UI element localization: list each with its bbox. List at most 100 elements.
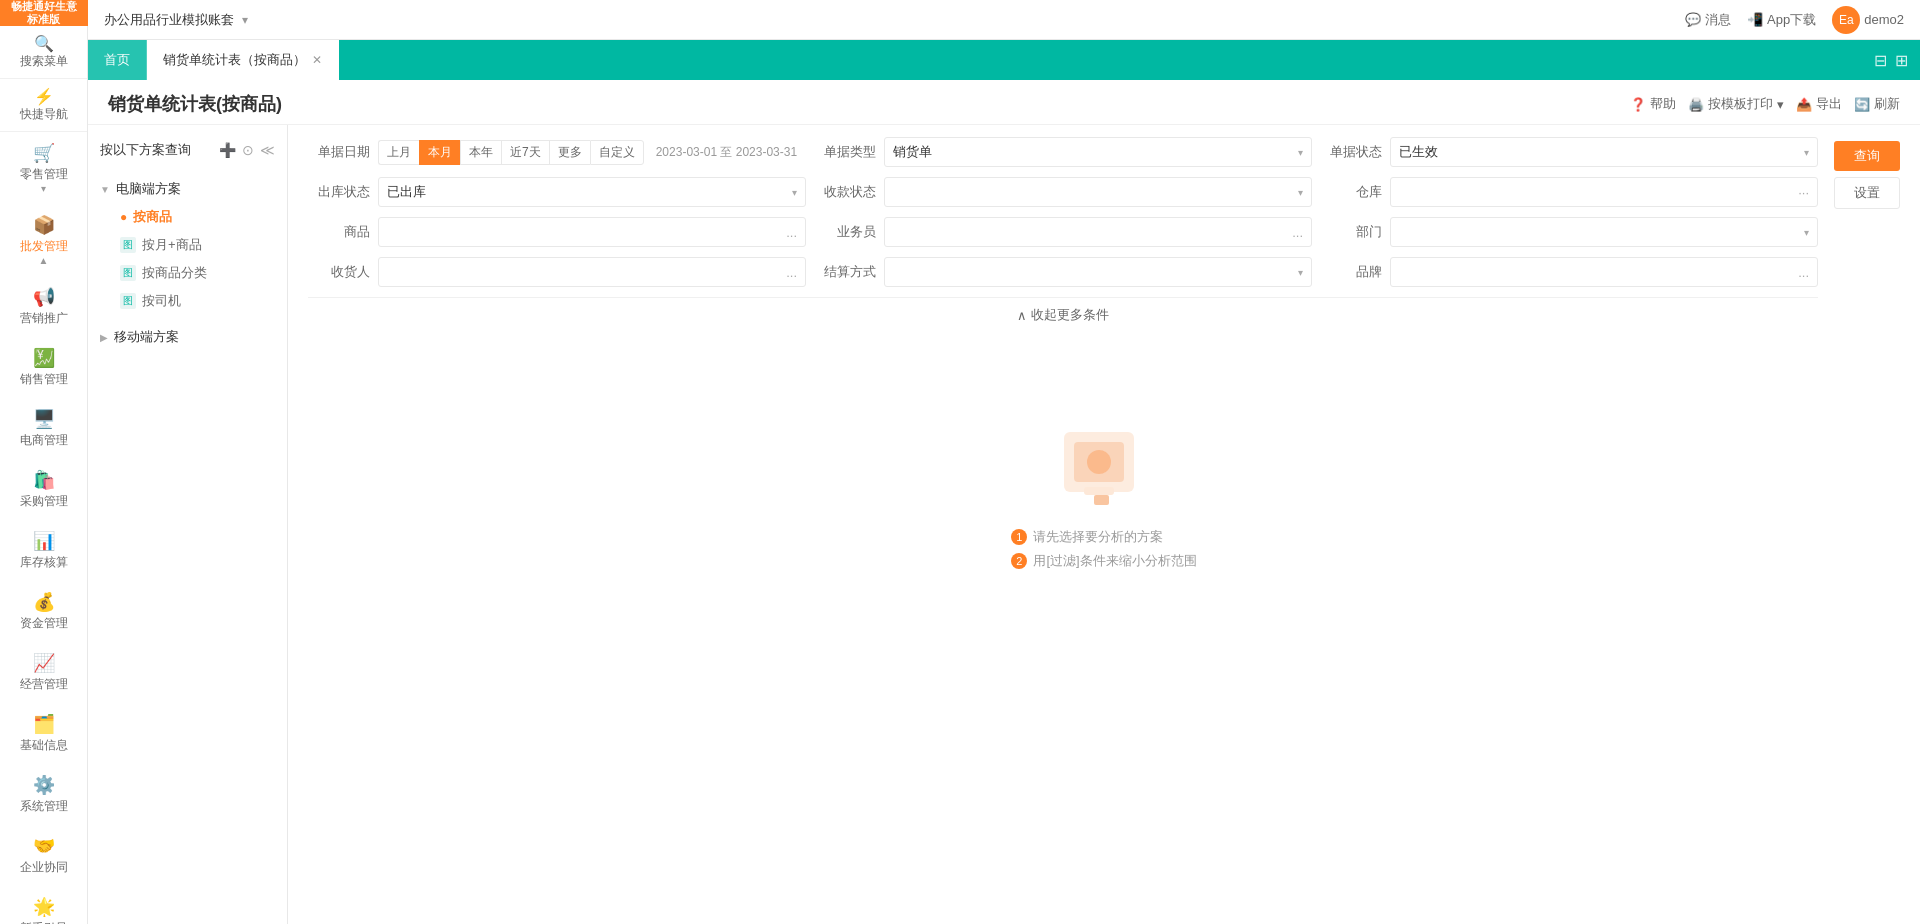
goods-dots: ... <box>786 225 797 240</box>
date-tab-this-month[interactable]: 本月 <box>419 140 460 165</box>
date-tab-last-month[interactable]: 上月 <box>378 140 419 165</box>
filter-cell-goods: 商品 ... <box>308 217 806 247</box>
tree-expand-arrow: ▼ <box>100 184 110 195</box>
message-btn[interactable]: 💬 消息 <box>1685 11 1731 29</box>
sidebar-quick-nav[interactable]: ⚡ 快捷导航 <box>0 79 87 132</box>
salesman-input[interactable]: ... <box>884 217 1312 247</box>
app-download-btn[interactable]: 📲 App下载 <box>1747 11 1816 29</box>
sidebar-item-enterprise[interactable]: 🤝 企业协同 <box>0 825 87 886</box>
sidebar-item-finance[interactable]: 💰 资金管理 <box>0 581 87 642</box>
brand-input[interactable]: ... <box>1390 257 1818 287</box>
tree-item-by-driver[interactable]: 图 按司机 <box>108 287 287 315</box>
date-tab-7-days[interactable]: 近7天 <box>501 140 549 165</box>
dept-select[interactable]: ▾ <box>1390 217 1818 247</box>
sidebar-item-newbie[interactable]: 🌟 新手引导 <box>0 886 87 924</box>
date-tab-this-year[interactable]: 本年 <box>460 140 501 165</box>
sidebar-item-basic-info[interactable]: 🗂️ 基础信息 <box>0 703 87 764</box>
tab-expand-icon[interactable]: ⊞ <box>1895 51 1908 70</box>
tree-collapse-arrow: ▶ <box>100 332 108 343</box>
doc-status-select[interactable]: 已生效 ▾ <box>1390 137 1818 167</box>
tree-item-month-product[interactable]: 图 按月+商品 <box>108 231 287 259</box>
export-icon: 📤 <box>1796 97 1812 112</box>
user-profile[interactable]: Ea demo2 <box>1832 6 1904 34</box>
avatar: Ea <box>1832 6 1860 34</box>
collapse-up-icon: ∧ <box>1017 308 1027 323</box>
tree-item-by-product[interactable]: ● 按商品 <box>108 203 287 231</box>
filter-row-4: 收货人 ... 结算方式 <box>308 257 1818 287</box>
filter-cell-depot: 仓库 ··· <box>1320 177 1818 207</box>
date-tabs: 上月 本月 本年 近7天 更多 自定义 <box>378 140 644 165</box>
message-icon: 💬 <box>1685 12 1701 27</box>
sidebar-item-sales[interactable]: 💹 销售管理 <box>0 337 87 398</box>
sidebar-item-system[interactable]: ⚙️ 系统管理 <box>0 764 87 825</box>
filter-row-1: 单据日期 上月 本月 本年 近7天 更多 自定义 <box>308 137 1818 167</box>
refresh-btn[interactable]: 🔄 刷新 <box>1854 95 1900 113</box>
sidebar-logo: 畅捷通好生意 标准版 <box>0 0 88 26</box>
collection-status-label: 收款状态 <box>814 183 884 201</box>
settlement-select[interactable]: ▾ <box>884 257 1312 287</box>
product-category-icon: 图 <box>120 265 136 281</box>
tree-node-mobile-label: 移动端方案 <box>114 328 179 346</box>
print-dropdown-icon[interactable]: ▾ <box>1777 97 1784 112</box>
tab-minimize-icon[interactable]: ⊟ <box>1874 51 1887 70</box>
receiver-input[interactable]: ... <box>378 257 806 287</box>
export-btn[interactable]: 📤 导出 <box>1796 95 1842 113</box>
collapse-bar[interactable]: ∧ 收起更多条件 <box>308 297 1818 332</box>
doc-type-select[interactable]: 销货单 ▾ <box>884 137 1312 167</box>
filter-cell-doc-status: 单据状态 已生效 ▾ <box>1320 137 1818 167</box>
tree-node-mobile[interactable]: ▶ 移动端方案 <box>88 323 287 351</box>
left-panel: 按以下方案查询 ➕ ⊙ ≪ ▼ 电脑端方案 <box>88 125 288 924</box>
query-button[interactable]: 查询 <box>1834 141 1900 171</box>
top-right-actions: 查询 设置 <box>1834 137 1900 209</box>
settings-button[interactable]: 设置 <box>1834 177 1900 209</box>
sidebar-item-wholesale[interactable]: 📦 批发管理 ▲ <box>0 204 87 276</box>
help-icon: ❓ <box>1630 97 1646 112</box>
tree-node-pc[interactable]: ▼ 电脑端方案 <box>88 175 287 203</box>
tab-close-icon[interactable]: ✕ <box>312 53 322 67</box>
left-panel-header: 按以下方案查询 ➕ ⊙ ≪ <box>88 137 287 167</box>
download-icon: 📲 <box>1747 12 1763 27</box>
brand-label: 品牌 <box>1320 263 1390 281</box>
empty-hints: 1 请先选择要分析的方案 2 用[过滤]条件来缩小分析范围 <box>1011 528 1196 576</box>
sidebar-item-purchase[interactable]: 🛍️ 采购管理 <box>0 459 87 520</box>
sidebar-item-retail[interactable]: 🛒 零售管理 ▾ <box>0 132 87 204</box>
sidebar-search[interactable]: 🔍 搜索菜单 <box>0 26 87 79</box>
depot-dots: ··· <box>1798 185 1809 200</box>
depot-input[interactable]: ··· <box>1390 177 1818 207</box>
tab-sales-stats[interactable]: 销货单统计表（按商品） ✕ <box>147 40 339 80</box>
doc-status-label: 单据状态 <box>1320 143 1390 161</box>
collapse-panel-icon[interactable]: ≪ <box>260 142 275 158</box>
help-btn[interactable]: ❓ 帮助 <box>1630 95 1676 113</box>
date-tab-more[interactable]: 更多 <box>549 140 590 165</box>
print-icon: 🖨️ <box>1688 97 1704 112</box>
tree-item-product-category[interactable]: 图 按商品分类 <box>108 259 287 287</box>
filter-cell-brand: 品牌 ... <box>1320 257 1818 287</box>
sidebar-item-ecommerce[interactable]: 🖥️ 电商管理 <box>0 398 87 459</box>
settings-scheme-icon[interactable]: ⊙ <box>242 142 254 158</box>
filter-main-layout: 单据日期 上月 本月 本年 近7天 更多 自定义 <box>308 137 1900 332</box>
template-print-btn[interactable]: 🖨️ 按模板打印 ▾ <box>1688 95 1784 113</box>
receiver-dots: ... <box>786 265 797 280</box>
filters-container: 单据日期 上月 本月 本年 近7天 更多 自定义 <box>308 137 1818 332</box>
goods-input[interactable]: ... <box>378 217 806 247</box>
page-title: 销货单统计表(按商品) <box>108 92 282 116</box>
tab-home[interactable]: 首页 <box>88 40 147 80</box>
sidebar-item-operations[interactable]: 📈 经营管理 <box>0 642 87 703</box>
date-control: 上月 本月 本年 近7天 更多 自定义 2023-03-01 至 2023-03… <box>378 140 797 165</box>
tree-node-label: 电脑端方案 <box>116 180 181 198</box>
filter-row-3: 商品 ... 业务员 <box>308 217 1818 247</box>
filter-cell-receiver: 收货人 ... <box>308 257 806 287</box>
filter-cell-collection-status: 收款状态 ▾ <box>814 177 1312 207</box>
sidebar-item-inventory[interactable]: 📊 库存核算 <box>0 520 87 581</box>
warehouse-status-select[interactable]: 已出库 ▾ <box>378 177 806 207</box>
sidebar-item-marketing[interactable]: 📢 营销推广 <box>0 276 87 337</box>
salesman-dots: ... <box>1292 225 1303 240</box>
dept-dropdown-icon: ▾ <box>1804 227 1809 238</box>
sidebar: 畅捷通好生意 标准版 🔍 搜索菜单 ⚡ 快捷导航 🛒 零售管理 ▾ 📦 批发管理… <box>0 0 88 924</box>
date-tab-custom[interactable]: 自定义 <box>590 140 644 165</box>
collection-status-select[interactable]: ▾ <box>884 177 1312 207</box>
add-scheme-icon[interactable]: ➕ <box>219 142 236 158</box>
doc-status-dropdown-icon: ▾ <box>1804 147 1809 158</box>
industry-dropdown-icon[interactable]: ▾ <box>242 13 248 27</box>
body-area: 按以下方案查询 ➕ ⊙ ≪ ▼ 电脑端方案 <box>88 125 1920 924</box>
